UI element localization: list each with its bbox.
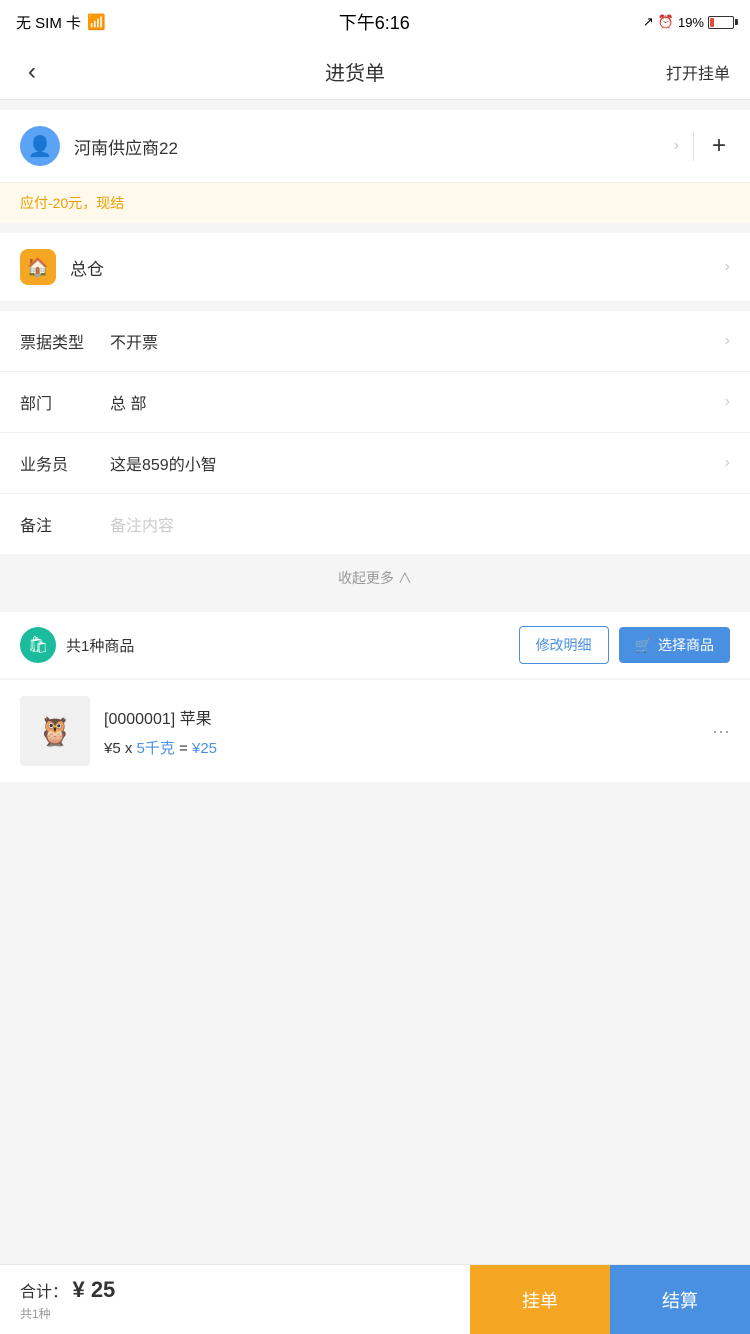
warehouse-row[interactable]: 🏠 总仓 ›: [0, 233, 750, 301]
content-area: 👤 河南供应商22 › + 应付-20元，现结 🏠 总仓 › 票据类型 不开票 …: [0, 100, 750, 862]
salesman-value: 这是859的小智: [100, 451, 725, 475]
suspend-button[interactable]: 挂单: [470, 1265, 610, 1334]
supplier-divider: [693, 131, 694, 161]
remark-row[interactable]: 备注 备注内容: [0, 494, 750, 554]
unit-price: ¥5: [104, 740, 121, 757]
product-header: 🛍 共1种商品 修改明细 🛒 选择商品: [0, 612, 750, 678]
wifi-icon: 📶: [87, 13, 106, 31]
chevron-right-icon: ›: [725, 332, 730, 350]
action-buttons: 挂单 结算: [470, 1265, 750, 1334]
checkout-button[interactable]: 结算: [610, 1265, 750, 1334]
warehouse-name: 总仓: [70, 255, 725, 280]
chevron-right-icon: ›: [725, 393, 730, 411]
remark-input[interactable]: 备注内容: [100, 512, 730, 536]
total-amount: ¥ 25: [72, 1277, 115, 1302]
collapse-bar[interactable]: 收起更多 ∧: [0, 554, 750, 602]
status-right: ↗ ⏰ 19%: [643, 14, 734, 30]
notice-bar: 应付-20元，现结: [0, 183, 750, 223]
product-icon: 🛍: [20, 627, 56, 663]
page-title: 进货单: [325, 57, 385, 86]
notice-text: 应付-20元，现结: [20, 195, 124, 211]
owl-icon: 🦉: [38, 715, 73, 748]
collapse-label: 收起更多 ∧: [338, 570, 412, 586]
add-button[interactable]: +: [708, 132, 730, 160]
quantity: 5千克: [137, 740, 175, 757]
carrier-text: 无 SIM 卡: [16, 12, 81, 33]
product-info: [0000001] 苹果 ¥5 x 5千克 = ¥25: [104, 705, 698, 758]
total-price: ¥25: [192, 740, 217, 757]
form-section: 票据类型 不开票 › 部门 总 部 › 业务员 这是859的小智 › 备注 备注…: [0, 311, 750, 554]
ticket-type-row[interactable]: 票据类型 不开票 ›: [0, 311, 750, 372]
avatar: 👤: [20, 126, 60, 166]
product-title: 苹果: [180, 711, 212, 728]
chevron-right-icon: ›: [725, 258, 730, 276]
product-item: 🦉 [0000001] 苹果 ¥5 x 5千克 = ¥25 ···: [0, 680, 750, 782]
supplier-section: 👤 河南供应商22 › + 应付-20元，现结: [0, 110, 750, 223]
total-label: 合计：: [20, 1284, 68, 1301]
alarm-icon: ⏰: [658, 14, 674, 30]
chevron-right-icon: ›: [674, 137, 679, 155]
avatar-icon: 👤: [28, 134, 53, 159]
bag-icon: 🛍: [28, 635, 48, 655]
department-label: 部门: [20, 390, 100, 414]
home-icon: 🏠: [27, 257, 49, 278]
department-row[interactable]: 部门 总 部 ›: [0, 372, 750, 433]
equals-sign: =: [179, 740, 192, 757]
ticket-type-label: 票据类型: [20, 329, 100, 353]
status-bar: 无 SIM 卡 📶 下午6:16 ↗ ⏰ 19%: [0, 0, 750, 44]
supplier-name: 河南供应商22: [74, 134, 674, 159]
total-count: 共1种: [20, 1305, 450, 1322]
product-count: 共1种商品: [66, 635, 509, 656]
ticket-type-value: 不开票: [100, 329, 725, 353]
warehouse-section: 🏠 总仓 ›: [0, 233, 750, 301]
bottom-bar: 合计： ¥ 25 共1种 挂单 结算: [0, 1264, 750, 1334]
total-row: 合计： ¥ 25: [20, 1277, 450, 1303]
select-product-label: 选择商品: [658, 635, 714, 655]
salesman-label: 业务员: [20, 451, 100, 475]
department-value: 总 部: [100, 390, 725, 414]
warehouse-icon: 🏠: [20, 249, 56, 285]
product-price: ¥5 x 5千克 = ¥25: [104, 737, 698, 758]
total-area: 合计： ¥ 25 共1种: [0, 1277, 470, 1322]
supplier-row[interactable]: 👤 河南供应商22 › +: [0, 110, 750, 183]
price-separator: x: [125, 740, 137, 757]
battery-percent: 19%: [678, 15, 704, 30]
battery-icon: [708, 16, 734, 29]
select-product-button[interactable]: 🛒 选择商品: [619, 627, 730, 663]
product-name: [0000001] 苹果: [104, 705, 698, 729]
product-code: [0000001]: [104, 711, 175, 728]
cart-icon: 🛒: [635, 637, 652, 654]
chevron-right-icon: ›: [725, 454, 730, 472]
location-icon: ↗: [643, 14, 654, 30]
nav-bar: ‹ 进货单 打开挂单: [0, 44, 750, 100]
product-thumbnail: 🦉: [20, 696, 90, 766]
more-button[interactable]: ···: [712, 721, 730, 742]
salesman-row[interactable]: 业务员 这是859的小智 ›: [0, 433, 750, 494]
open-pending-button[interactable]: 打开挂单: [666, 60, 730, 84]
status-time: 下午6:16: [339, 9, 410, 35]
edit-detail-button[interactable]: 修改明细: [519, 626, 609, 664]
remark-label: 备注: [20, 512, 100, 536]
status-left: 无 SIM 卡 📶: [16, 12, 106, 33]
back-button[interactable]: ‹: [20, 50, 44, 94]
